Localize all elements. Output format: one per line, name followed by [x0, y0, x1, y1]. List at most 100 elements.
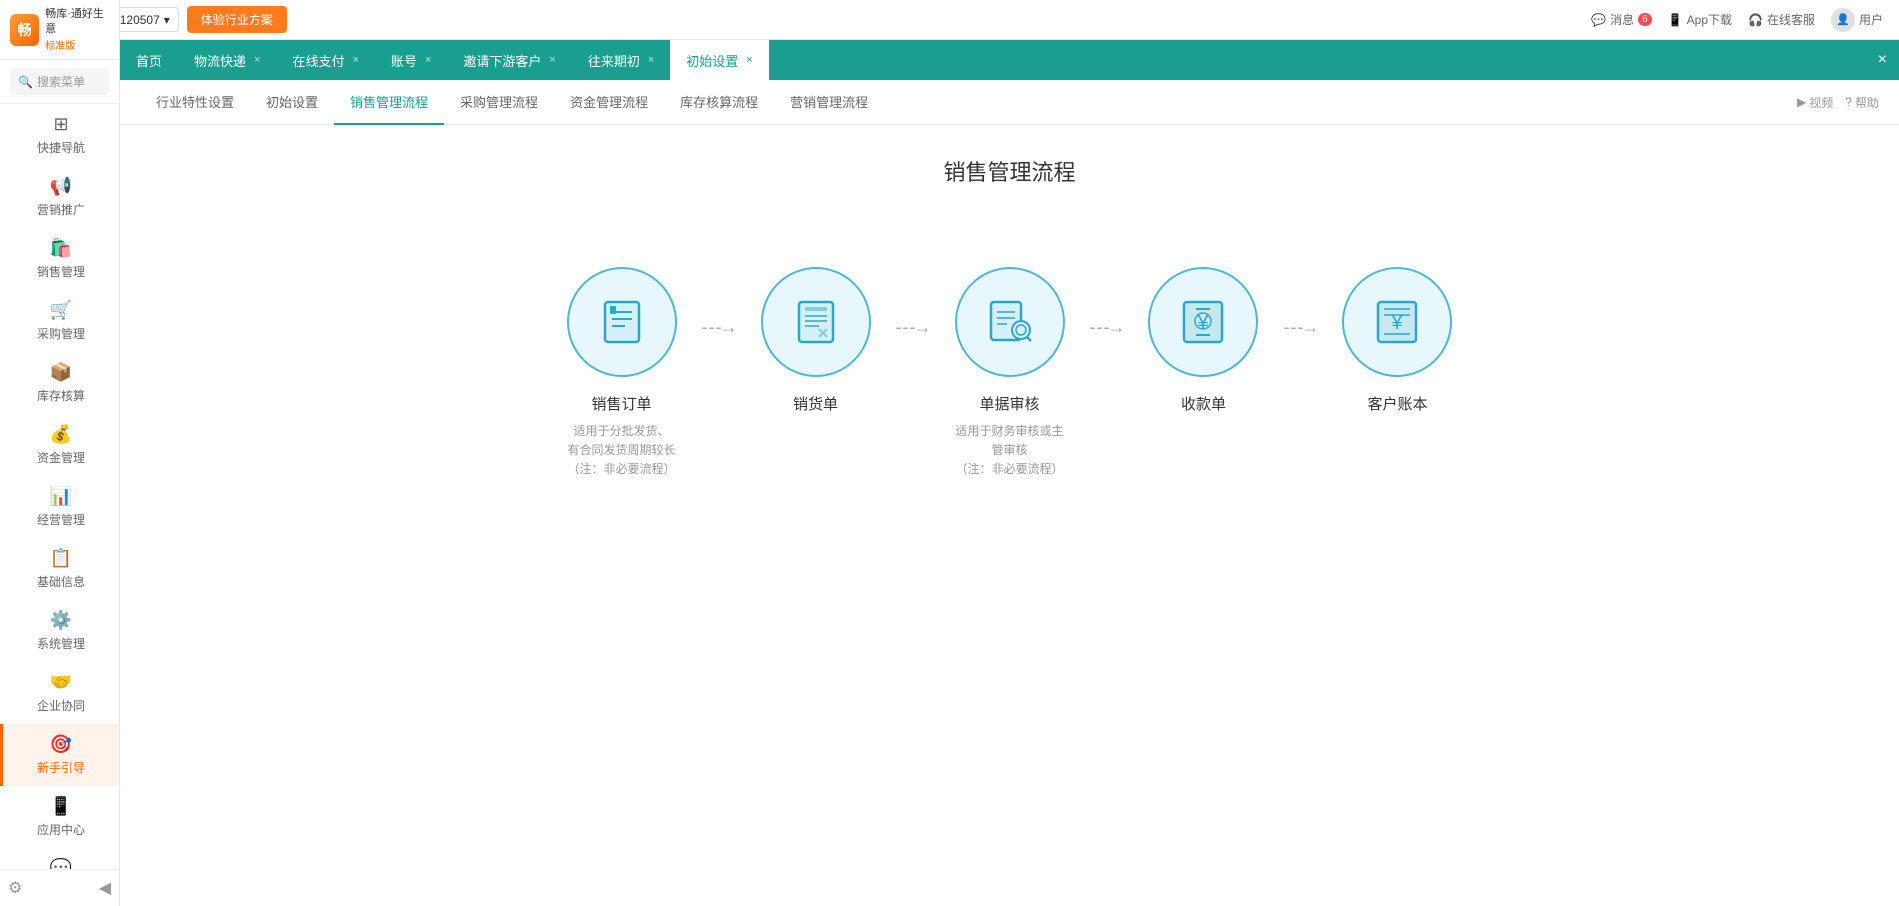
sidebar-footer: ⚙ ◀	[0, 869, 119, 906]
sub-tab-marketing-mgmt-flow-label: 营销管理流程	[790, 95, 868, 110]
flow-circle-receipt: ¥	[1148, 267, 1258, 377]
inventory-icon: 📦	[50, 362, 72, 383]
business-icon: 📊	[50, 486, 72, 507]
sidebar-item-sales-mgmt[interactable]: 🛍️ 销售管理	[0, 228, 119, 290]
marketing-icon: 📢	[50, 176, 72, 197]
content-area: 销售管理流程 销售订单 适用于分批发货、有合同发货周期较长（注：非必要流程）	[120, 125, 1899, 550]
tab-account[interactable]: 账号 ×	[375, 40, 447, 80]
tab-initial-setup[interactable]: 初始设置 ×	[670, 40, 768, 80]
new-guide-icon: 🎯	[50, 734, 72, 755]
sub-tab-industry-settings[interactable]: 行业特性设置	[140, 80, 250, 125]
video-label: 视频	[1809, 94, 1833, 111]
sub-tabs: 行业特性设置 初始设置 销售管理流程 采购管理流程 资金管理流程 库存核算流程 …	[120, 80, 1899, 125]
sidebar-item-enterprise-wechat[interactable]: 💬 企业微信	[0, 848, 119, 869]
message-item[interactable]: 💬 消息 6	[1591, 11, 1652, 28]
video-help-button[interactable]: ▶ 视频	[1797, 94, 1833, 111]
online-service-label: 在线客服	[1767, 11, 1815, 28]
user-menu-item[interactable]: 👤 用户	[1831, 8, 1883, 32]
enterprise-wechat-icon: 💬	[50, 858, 72, 869]
tab-logistics-close[interactable]: ×	[254, 54, 260, 66]
video-icon: ▶	[1797, 95, 1806, 109]
flow-label-sales-invoice: 销货单	[793, 393, 838, 414]
tab-period-initial-label: 往来期初	[588, 51, 640, 70]
arrow-3-icon: - - -→	[1090, 317, 1124, 338]
sidebar-item-enterprise-coop[interactable]: 🤝 企业协同	[0, 662, 119, 724]
tab-period-initial[interactable]: 往来期初 ×	[572, 40, 670, 80]
tab-logistics[interactable]: 物流快递 ×	[178, 40, 276, 80]
search-menu-label: 搜索菜单	[37, 73, 85, 90]
quick-nav-icon: ⊞	[53, 114, 68, 135]
sidebar-item-finance-mgmt-label: 资金管理	[37, 449, 85, 466]
sidebar-item-new-guide[interactable]: 🎯 新手引导	[0, 724, 119, 786]
tab-home-label: 首页	[136, 51, 162, 70]
help-button[interactable]: ? 帮助	[1845, 94, 1879, 111]
online-service-item[interactable]: 🎧 在线客服	[1748, 11, 1815, 28]
sidebar-item-quick-nav-label: 快捷导航	[37, 139, 85, 156]
tab-online-payment-label: 在线支付	[292, 51, 344, 70]
help-label: 帮助	[1855, 94, 1879, 111]
flow-label-customer-ledger: 客户账本	[1367, 393, 1427, 414]
sidebar-item-basic-info[interactable]: 📋 基础信息	[0, 538, 119, 600]
flow-label-doc-review: 单据审核	[979, 393, 1039, 414]
tab-online-payment[interactable]: 在线支付 ×	[276, 40, 374, 80]
top-bar-right: 💬 消息 6 📱 App下载 🎧 在线客服 👤 用户	[1591, 8, 1883, 32]
sidebar-item-purchase-mgmt[interactable]: 🛒 采购管理	[0, 290, 119, 352]
user-label: 用户	[1859, 11, 1883, 28]
tab-home[interactable]: 首页	[120, 40, 178, 80]
flow-circle-doc-review	[955, 267, 1065, 377]
tab-invite-downstream-close[interactable]: ×	[549, 54, 555, 66]
basic-info-icon: 📋	[50, 548, 72, 569]
sidebar-item-marketing-promo-label: 营销推广	[37, 201, 85, 218]
sidebar: 畅 畅库·通好生意 标准版 🔍 搜索菜单 ⊞ 快捷导航 📢 营销推广 🛍️ 销售…	[0, 0, 120, 906]
sub-tab-purchase-mgmt-flow[interactable]: 采购管理流程	[444, 80, 554, 125]
tab-invite-downstream[interactable]: 邀请下游客户 ×	[447, 40, 571, 80]
arrow-2-icon: - - -→	[896, 317, 930, 338]
sidebar-search-area[interactable]: 🔍 搜索菜单	[0, 60, 119, 104]
logo-subtitle: 标准版	[45, 37, 109, 52]
collapse-sidebar-button[interactable]: ◀	[99, 878, 111, 898]
tab-initial-setup-label: 初始设置	[686, 51, 738, 70]
dropdown-icon: ▾	[164, 13, 170, 27]
sub-tab-sales-mgmt-flow[interactable]: 销售管理流程	[334, 80, 444, 125]
app-download-item[interactable]: 📱 App下载	[1668, 11, 1732, 28]
sidebar-item-sys-mgmt-label: 系统管理	[37, 635, 85, 652]
sub-tab-industry-settings-label: 行业特性设置	[156, 95, 234, 110]
experience-button[interactable]: 体验行业方案	[187, 6, 287, 33]
sub-tab-initial-setup[interactable]: 初始设置	[250, 80, 334, 125]
tab-online-payment-close[interactable]: ×	[352, 54, 358, 66]
sub-tab-inventory-calc-flow[interactable]: 库存核算流程	[664, 80, 774, 125]
message-badge: 6	[1638, 13, 1652, 26]
sidebar-item-quick-nav[interactable]: ⊞ 快捷导航	[0, 104, 119, 166]
flow-circle-customer-ledger: ¥	[1342, 267, 1452, 377]
sidebar-item-marketing-promo[interactable]: 📢 营销推广	[0, 166, 119, 228]
sidebar-item-basic-info-label: 基础信息	[37, 573, 85, 590]
flow-step-doc-review: 单据审核 适用于财务审核或主管审核（注：非必要流程）	[930, 267, 1090, 480]
close-all-tabs-button[interactable]: ×	[1866, 40, 1899, 80]
search-menu-button[interactable]: 🔍 搜索菜单	[10, 68, 109, 95]
finance-icon: 💰	[50, 424, 72, 445]
sub-tab-finance-mgmt-flow[interactable]: 资金管理流程	[554, 80, 664, 125]
page-title: 销售管理流程	[160, 155, 1859, 187]
flow-circle-sales-order	[567, 267, 677, 377]
sidebar-item-app-center[interactable]: 📱 应用中心	[0, 786, 119, 848]
sub-tab-inventory-calc-flow-label: 库存核算流程	[680, 95, 758, 110]
sidebar-item-business-mgmt[interactable]: 📊 经营管理	[0, 476, 119, 538]
top-bar: 用户690企业1660120507 ▾ 体验行业方案 💬 消息 6 📱 App下…	[0, 0, 1899, 40]
settings-button[interactable]: ⚙	[8, 878, 22, 898]
sidebar-item-sys-mgmt[interactable]: ⚙️ 系统管理	[0, 600, 119, 662]
tab-period-initial-close[interactable]: ×	[648, 54, 654, 66]
sidebar-item-inventory[interactable]: 📦 库存核算	[0, 352, 119, 414]
flow-step-customer-ledger: ¥ 客户账本	[1317, 267, 1477, 422]
flow-arrow-1: - - -→	[702, 267, 736, 338]
sub-tab-marketing-mgmt-flow[interactable]: 营销管理流程	[774, 80, 884, 125]
phone-icon: 📱	[1668, 13, 1683, 27]
sub-tab-finance-mgmt-flow-label: 资金管理流程	[570, 95, 648, 110]
sidebar-item-finance-mgmt[interactable]: 💰 资金管理	[0, 414, 119, 476]
message-label: 消息	[1610, 11, 1634, 28]
flow-arrow-4: - - -→	[1283, 267, 1317, 338]
tab-invite-downstream-label: 邀请下游客户	[463, 51, 541, 70]
tab-account-close[interactable]: ×	[425, 54, 431, 66]
avatar: 👤	[1831, 8, 1855, 32]
tab-initial-setup-close[interactable]: ×	[746, 54, 752, 66]
app-download-label: App下载	[1687, 11, 1732, 28]
